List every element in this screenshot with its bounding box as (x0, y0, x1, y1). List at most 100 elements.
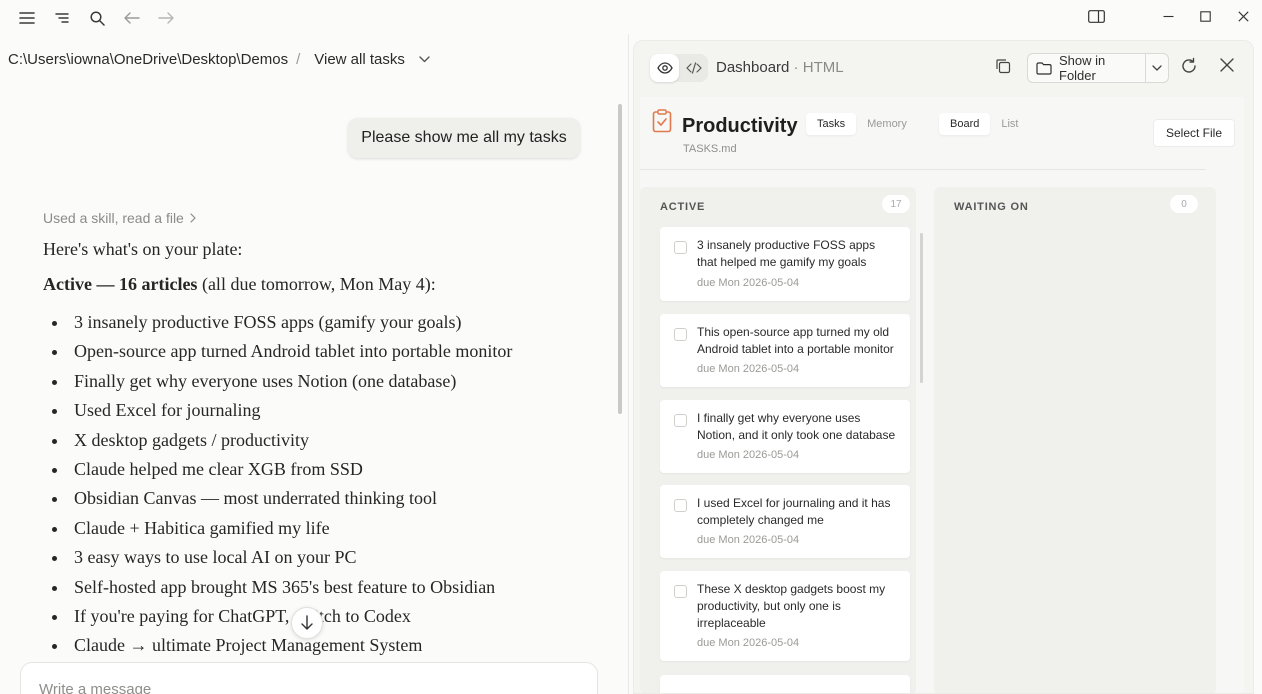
task-card-title: I finally get why everyone uses Notion, … (697, 411, 896, 442)
code-mode-button[interactable] (679, 54, 708, 82)
maximize-icon[interactable] (1193, 6, 1217, 26)
column-title: WAITING ON (954, 201, 1029, 213)
task-card[interactable] (660, 675, 910, 693)
show-in-folder-dropdown[interactable] (1146, 65, 1168, 71)
refresh-icon[interactable] (1180, 57, 1198, 75)
divider (640, 169, 1206, 170)
task-card-due: due Mon 2026-05-04 (697, 277, 800, 289)
preview-file-name: Dashboard (716, 59, 790, 76)
task-card-title: This open-source app turned my old Andro… (697, 325, 894, 356)
chevron-right-icon (190, 213, 196, 223)
list-item: Obsidian Canvas — most underrated thinki… (43, 484, 603, 513)
eye-icon (656, 62, 673, 74)
task-card[interactable]: I finally get why everyone uses Notion, … (660, 400, 910, 473)
column-title: ACTIVE (660, 201, 706, 213)
list-item: Finally get why everyone uses Notion (on… (43, 367, 603, 396)
list-item: Used Excel for journaling (43, 396, 603, 425)
close-icon[interactable] (1231, 6, 1255, 26)
scroll-to-bottom-button[interactable] (291, 607, 323, 639)
task-checkbox[interactable] (674, 499, 687, 512)
task-checkbox[interactable] (674, 414, 687, 427)
user-message-bubble: Please show me all my tasks (348, 118, 580, 158)
skill-note: Used a skill, read a file (43, 210, 184, 226)
breadcrumb: C:\Users\iowna\OneDrive\Desktop\Demos / … (8, 48, 430, 70)
list-item: 3 easy ways to use local AI on your PC (43, 543, 603, 572)
task-card[interactable]: I used Excel for journaling and it has c… (660, 485, 910, 558)
show-in-folder-label: Show in Folder (1059, 53, 1106, 83)
arrow-down-icon (301, 615, 313, 631)
user-message-text: Please show me all my tasks (361, 129, 567, 146)
assistant-intro: Here's what's on your plate: (43, 239, 243, 259)
preview-format: HTML (802, 59, 844, 76)
show-in-folder-main[interactable]: Show in Folder (1028, 53, 1146, 83)
section-tabs: Tasks Memory (806, 113, 918, 135)
task-card[interactable]: This open-source app turned my old Andro… (660, 314, 910, 387)
task-card-due: due Mon 2026-05-04 (697, 534, 800, 546)
view-all-tasks-link[interactable]: View all tasks (314, 51, 405, 68)
column-count-badge: 17 (882, 195, 910, 213)
skill-disclosure[interactable]: Used a skill, read a file (43, 210, 196, 226)
copy-icon[interactable] (995, 58, 1011, 74)
task-card-title: These X desktop gadgets boost my product… (697, 582, 886, 630)
board-column-waiting-on: WAITING ON 0 (934, 187, 1216, 693)
list-item: Claude → ultimate Project Management Sys… (43, 631, 603, 660)
list-item: Claude helped me clear XGB from SSD (43, 455, 603, 484)
title-bar (0, 0, 1262, 34)
chat-scrollbar[interactable] (618, 104, 622, 414)
tab-memory[interactable]: Memory (856, 113, 918, 135)
list-item: X desktop gadgets / productivity (43, 426, 603, 455)
list-item: Open-source app turned Android tablet in… (43, 337, 603, 366)
breadcrumb-path[interactable]: C:\Users\iowna\OneDrive\Desktop\Demos (8, 51, 288, 68)
task-card-due: due Mon 2026-05-04 (697, 637, 800, 649)
dashboard-render: Productivity TASKS.md Tasks Memory Board… (640, 97, 1244, 693)
list-item: 3 insanely productive FOSS apps (gamify … (43, 308, 603, 337)
select-file-button[interactable]: Select File (1153, 119, 1235, 147)
tab-board[interactable]: Board (939, 113, 991, 135)
preview-pane: Dashboard · HTML Show in Folder Producti… (633, 40, 1254, 694)
list-item: If you're paying for ChatGPT, switch to … (43, 602, 603, 631)
list-item: Self-hosted app brought MS 365's best fe… (43, 573, 603, 602)
message-input[interactable] (39, 681, 539, 694)
breadcrumb-separator: / (296, 50, 301, 68)
active-suffix: (all due tomorrow, Mon May 4): (197, 274, 436, 294)
minimize-icon[interactable] (1156, 6, 1180, 26)
search-icon[interactable] (86, 7, 108, 29)
clipboard-check-icon (652, 109, 672, 133)
task-card-title: I used Excel for journaling and it has c… (697, 496, 891, 527)
chat-pane: C:\Users\iowna\OneDrive\Desktop\Demos / … (0, 34, 628, 694)
sidebar-list-icon[interactable] (51, 7, 73, 29)
task-bullet-list: 3 insanely productive FOSS apps (gamify … (43, 308, 603, 661)
toggle-panel-icon[interactable] (1084, 6, 1108, 26)
board-column-active: ACTIVE 17 3 insanely productive FOSS app… (640, 187, 923, 693)
task-card[interactable]: 3 insanely productive FOSS apps that hel… (660, 227, 910, 301)
code-icon (685, 62, 702, 74)
task-card[interactable]: These X desktop gadgets boost my product… (660, 571, 910, 661)
chevron-down-icon[interactable] (419, 55, 430, 63)
task-checkbox[interactable] (674, 241, 687, 254)
preview-header: Dashboard · HTML Show in Folder (634, 41, 1253, 97)
back-arrow-icon[interactable] (121, 7, 143, 29)
tab-list[interactable]: List (990, 113, 1029, 135)
show-in-folder-button[interactable]: Show in Folder (1027, 53, 1169, 83)
column-scrollbar[interactable] (920, 233, 923, 383)
task-checkbox[interactable] (674, 328, 687, 341)
message-composer (20, 662, 598, 694)
pane-divider[interactable] (628, 34, 629, 694)
chevron-down-icon (1152, 65, 1162, 71)
dashboard-file-name: TASKS.md (683, 143, 737, 155)
task-checkbox[interactable] (674, 585, 687, 598)
dashboard-title: Productivity (682, 115, 798, 137)
view-mode-toggle (650, 54, 708, 82)
forward-arrow-icon[interactable] (155, 7, 177, 29)
task-card-due: due Mon 2026-05-04 (697, 449, 800, 461)
active-summary: Active — 16 articles (all due tomorrow, … (43, 274, 436, 295)
task-card-due: due Mon 2026-05-04 (697, 363, 800, 375)
task-card-title: 3 insanely productive FOSS apps that hel… (697, 238, 876, 269)
tab-tasks[interactable]: Tasks (806, 113, 857, 135)
folder-icon (1036, 61, 1052, 75)
active-heading: Active — 16 articles (43, 274, 198, 294)
preview-mode-button[interactable] (650, 54, 679, 82)
close-preview-icon[interactable] (1220, 58, 1234, 72)
menu-icon[interactable] (16, 7, 38, 29)
preview-title: Dashboard · HTML (716, 59, 844, 76)
